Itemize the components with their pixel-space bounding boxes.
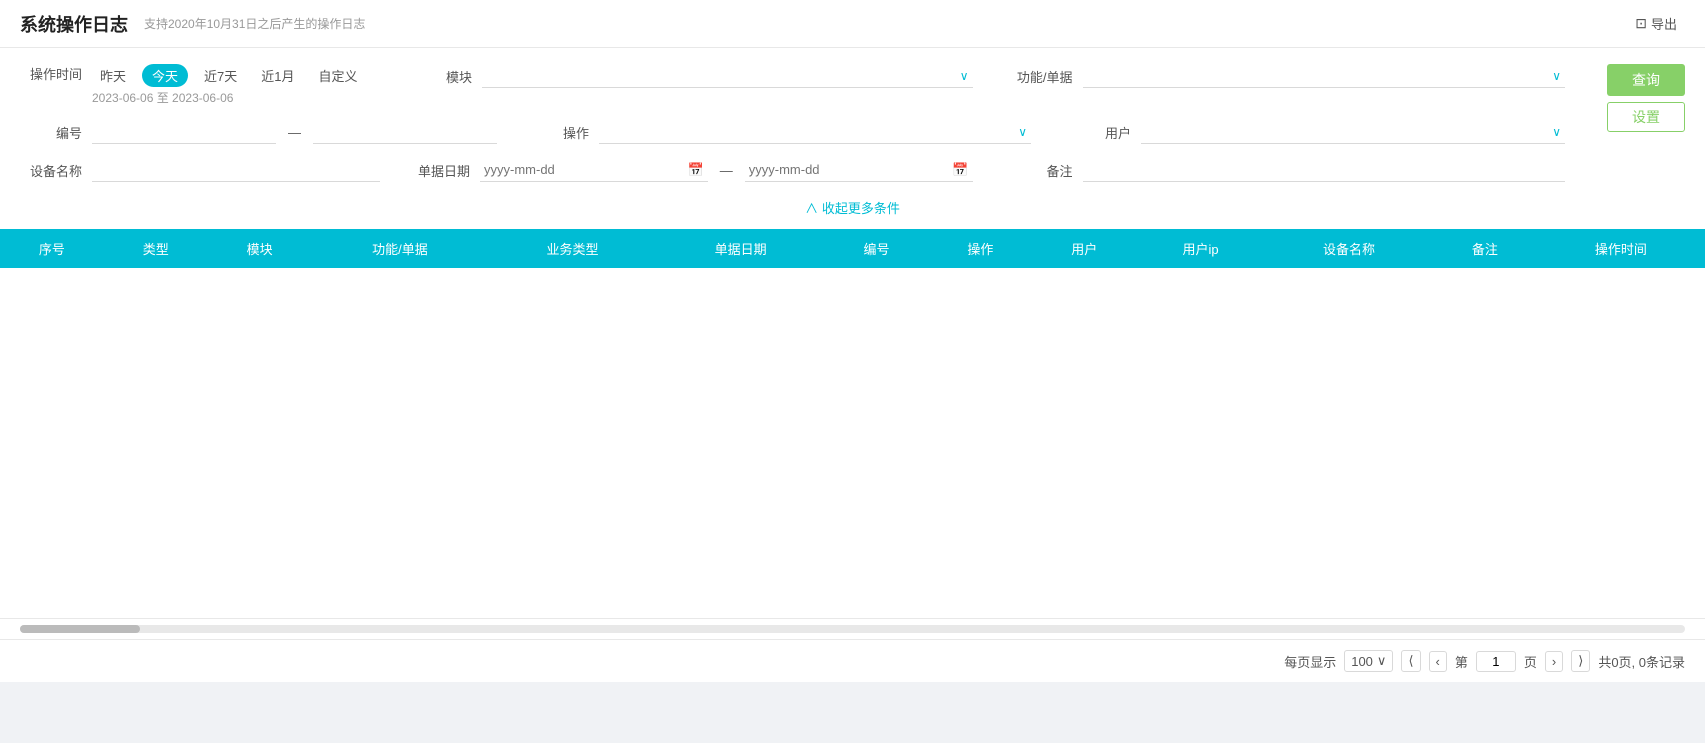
user-select[interactable]: [1141, 120, 1565, 143]
pagination-area: 每页显示 100 ∨ ⟨ ‹ 第 页 › ⟩ 共0页, 0条记录: [0, 639, 1705, 682]
number-range-sep: —: [280, 125, 309, 140]
number-label: 编号: [20, 123, 92, 142]
module-label: 模块: [410, 67, 482, 86]
collapse-label: 收起更多条件: [822, 201, 900, 216]
query-button[interactable]: 查询: [1607, 64, 1685, 96]
table-area: 序号 类型 模块 功能/单据 业务类型 单据日期 编号 操作 用户 用户ip 设…: [0, 229, 1705, 618]
module-select-wrapper: ∨: [482, 64, 973, 88]
first-page-button[interactable]: ⟨: [1401, 650, 1420, 672]
remark-label: 备注: [1003, 161, 1083, 180]
horizontal-scrollbar[interactable]: [0, 618, 1705, 639]
operation-select-wrapper: ∨: [599, 120, 1031, 144]
date-from-input[interactable]: [480, 158, 708, 181]
col-number: 编号: [825, 229, 929, 268]
page-size-label: 每页显示: [1284, 652, 1336, 671]
time-btn-yesterday[interactable]: 昨天: [92, 64, 134, 87]
time-btn-today[interactable]: 今天: [142, 64, 188, 87]
filter-area: 操作时间 昨天 今天 近7天 近1月 自定义 2023-06-06 至 2023…: [0, 48, 1705, 229]
next-page-button[interactable]: ›: [1545, 651, 1563, 672]
page-unit: 页: [1524, 652, 1537, 671]
operation-select[interactable]: [599, 120, 1031, 143]
col-remark: 备注: [1433, 229, 1537, 268]
table-header: 序号 类型 模块 功能/单据 业务类型 单据日期 编号 操作 用户 用户ip 设…: [0, 229, 1705, 268]
time-btn-custom[interactable]: 自定义: [311, 64, 366, 87]
time-range-display: 2023-06-06 至 2023-06-06: [92, 89, 366, 106]
col-function: 功能/单据: [311, 229, 488, 268]
module-select[interactable]: [482, 64, 973, 87]
user-label: 用户: [1061, 123, 1141, 142]
collapse-icon: ∧: [805, 201, 818, 216]
last-page-button[interactable]: ⟩: [1571, 650, 1590, 672]
col-user-ip: 用户ip: [1136, 229, 1265, 268]
export-icon: ⊡: [1635, 15, 1647, 32]
function-select[interactable]: [1083, 64, 1566, 87]
time-btn-1month[interactable]: 近1月: [253, 64, 302, 87]
function-select-wrapper: ∨: [1083, 64, 1566, 88]
export-button[interactable]: ⊡ 导出: [1627, 10, 1685, 37]
date-to-wrapper: 📅: [745, 158, 973, 182]
date-range-sep: —: [712, 163, 741, 178]
prev-page-button[interactable]: ‹: [1429, 651, 1447, 672]
page-size-select[interactable]: 100 ∨: [1344, 650, 1393, 672]
page-size-arrow-icon: ∨: [1377, 653, 1387, 669]
col-module: 模块: [208, 229, 312, 268]
page-size-value: 100: [1351, 654, 1373, 669]
scrollbar-track: [20, 625, 1685, 633]
device-label: 设备名称: [20, 161, 92, 180]
col-biz-type: 业务类型: [488, 229, 656, 268]
col-op-time: 操作时间: [1537, 229, 1705, 268]
col-type: 类型: [104, 229, 208, 268]
total-info: 共0页, 0条记录: [1598, 652, 1685, 671]
page-header: 系统操作日志 支持2020年10月31日之后产生的操作日志 ⊡ 导出: [0, 0, 1705, 48]
user-select-wrapper: ∨: [1141, 120, 1565, 144]
page-number-input[interactable]: [1476, 651, 1516, 672]
time-btn-7days[interactable]: 近7天: [196, 64, 245, 87]
page-label: 第: [1455, 652, 1468, 671]
function-label: 功能/单据: [1003, 67, 1083, 86]
col-seq: 序号: [0, 229, 104, 268]
settings-button[interactable]: 设置: [1607, 102, 1685, 132]
time-filter: 昨天 今天 近7天 近1月 自定义 2023-06-06 至 2023-06-0…: [92, 64, 366, 106]
scrollbar-thumb[interactable]: [20, 625, 140, 633]
device-input[interactable]: [92, 158, 380, 182]
col-device: 设备名称: [1265, 229, 1433, 268]
time-label: 操作时间: [20, 64, 92, 83]
action-buttons: 查询 设置: [1607, 64, 1685, 132]
number-from-input[interactable]: [92, 120, 276, 144]
page-subtitle: 支持2020年10月31日之后产生的操作日志: [144, 15, 365, 32]
number-to-input[interactable]: [313, 120, 497, 144]
col-doc-date: 单据日期: [657, 229, 825, 268]
data-table: 序号 类型 模块 功能/单据 业务类型 单据日期 编号 操作 用户 用户ip 设…: [0, 229, 1705, 268]
date-to-input[interactable]: [745, 158, 973, 181]
doc-date-label: 单据日期: [410, 161, 480, 180]
page-title: 系统操作日志: [20, 11, 128, 37]
col-operation: 操作: [928, 229, 1032, 268]
remark-input[interactable]: [1083, 158, 1566, 182]
operation-label: 操作: [527, 123, 599, 142]
col-user: 用户: [1032, 229, 1136, 268]
export-label: 导出: [1651, 14, 1677, 33]
date-from-wrapper: 📅: [480, 158, 708, 182]
empty-area: [0, 268, 1705, 618]
collapse-bar[interactable]: ∧ 收起更多条件: [20, 192, 1685, 221]
